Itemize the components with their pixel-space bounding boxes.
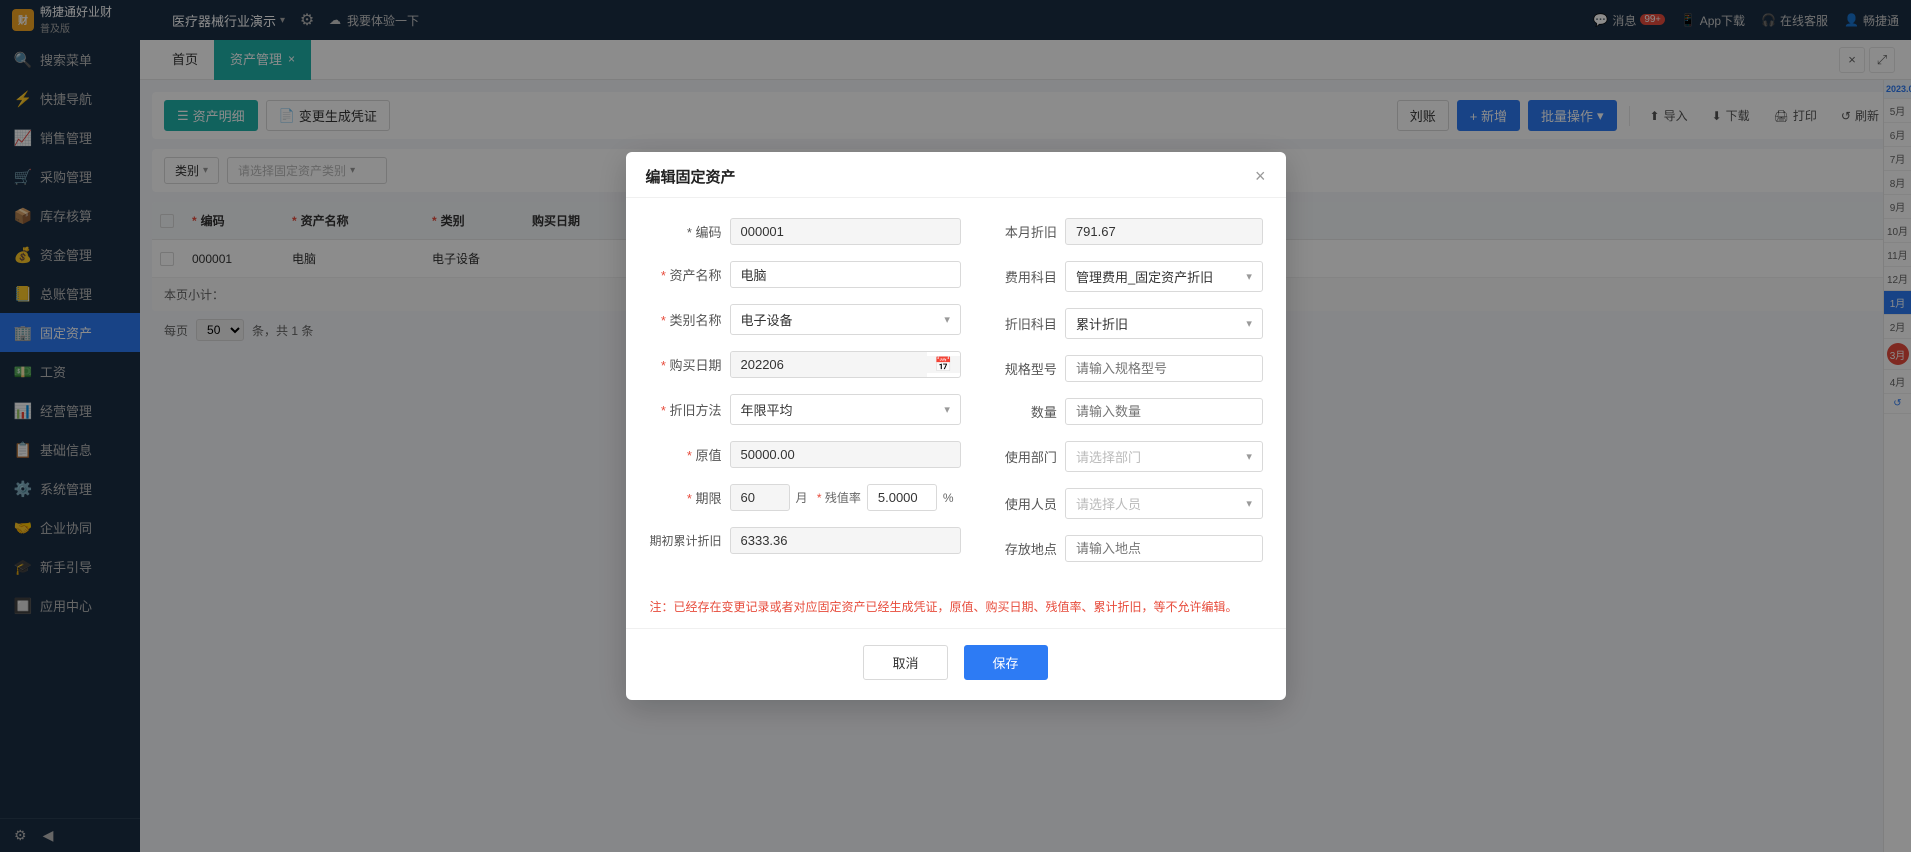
user-arrow-icon: ▾ bbox=[1246, 497, 1252, 510]
code-label: * 编码 bbox=[650, 222, 730, 241]
residual-input[interactable] bbox=[867, 484, 937, 511]
buydate-input-wrapper: 📅 bbox=[730, 351, 961, 378]
modal-close-btn[interactable]: × bbox=[1255, 166, 1266, 187]
modal-body: * 编码 * 资产名称 * 类别名称 电子设备 ▾ bbox=[626, 198, 1286, 598]
modal-note: 注：已经存在变更记录或者对应固定资产已经生成凭证，原值、购买日期、残值率、累计折… bbox=[626, 598, 1286, 628]
depr-subject-select[interactable]: 累计折旧 ▾ bbox=[1065, 308, 1263, 339]
period-unit: 月 bbox=[796, 489, 808, 506]
modal-overlay: 编辑固定资产 × * 编码 * 资产名称 bbox=[0, 0, 1911, 852]
code-input[interactable] bbox=[730, 218, 961, 245]
form-col-left: * 编码 * 资产名称 * 类别名称 电子设备 ▾ bbox=[650, 218, 961, 578]
method-label: * 折旧方法 bbox=[650, 400, 730, 419]
cancel-button[interactable]: 取消 bbox=[863, 645, 947, 680]
form-row-period: * 期限 月 * 残值率 % bbox=[650, 484, 961, 511]
modal-footer: 取消 保存 bbox=[626, 628, 1286, 700]
expense-subject-label: 费用科目 bbox=[985, 267, 1065, 286]
depr-subject-label: 折旧科目 bbox=[985, 314, 1065, 333]
original-label: * 原值 bbox=[650, 445, 730, 464]
form-row-user: 使用人员 请选择人员 ▾ bbox=[985, 488, 1263, 519]
form-row-location: 存放地点 bbox=[985, 535, 1263, 562]
modal-header: 编辑固定资产 × bbox=[626, 152, 1286, 198]
dept-select[interactable]: 请选择部门 ▾ bbox=[1065, 441, 1263, 472]
save-button[interactable]: 保存 bbox=[964, 645, 1048, 680]
form-row-category: * 类别名称 电子设备 ▾ bbox=[650, 304, 961, 335]
user-label: 使用人员 bbox=[985, 494, 1065, 513]
form-row-original: * 原值 bbox=[650, 441, 961, 468]
category-label: * 类别名称 bbox=[650, 310, 730, 329]
form-row-buydate: * 购买日期 📅 bbox=[650, 351, 961, 378]
edit-asset-modal: 编辑固定资产 × * 编码 * 资产名称 bbox=[626, 152, 1286, 700]
category-arrow-icon: ▾ bbox=[944, 313, 950, 326]
method-arrow-icon: ▾ bbox=[944, 403, 950, 416]
form-row-expense-subject: 费用科目 管理费用_固定资产折旧 ▾ bbox=[985, 261, 1263, 292]
period-label: * 期限 bbox=[650, 488, 730, 507]
buydate-label: * 购买日期 bbox=[650, 355, 730, 374]
form-row-method: * 折旧方法 年限平均 ▾ bbox=[650, 394, 961, 425]
period-inline: 月 * 残值率 % bbox=[730, 484, 961, 511]
form-col-right: 本月折旧 费用科目 管理费用_固定资产折旧 ▾ 折旧科目 bbox=[961, 218, 1263, 578]
init-depr-input[interactable] bbox=[730, 527, 961, 554]
form-row-spec: 规格型号 bbox=[985, 355, 1263, 382]
monthly-depr-label: 本月折旧 bbox=[985, 222, 1065, 241]
original-input[interactable] bbox=[730, 441, 961, 468]
quantity-label: 数量 bbox=[985, 402, 1065, 421]
quantity-input[interactable] bbox=[1065, 398, 1263, 425]
residual-label: * 残值率 bbox=[814, 489, 861, 506]
name-label: * 资产名称 bbox=[650, 265, 730, 284]
location-input[interactable] bbox=[1065, 535, 1263, 562]
form-grid: * 编码 * 资产名称 * 类别名称 电子设备 ▾ bbox=[650, 218, 1262, 578]
user-select[interactable]: 请选择人员 ▾ bbox=[1065, 488, 1263, 519]
form-row-code: * 编码 bbox=[650, 218, 961, 245]
residual-unit: % bbox=[943, 491, 954, 505]
method-select[interactable]: 年限平均 ▾ bbox=[730, 394, 961, 425]
dept-label: 使用部门 bbox=[985, 447, 1065, 466]
calendar-icon[interactable]: 📅 bbox=[927, 356, 960, 373]
form-row-dept: 使用部门 请选择部门 ▾ bbox=[985, 441, 1263, 472]
form-row-init-depr: 期初累计折旧 bbox=[650, 527, 961, 554]
init-depr-label: 期初累计折旧 bbox=[650, 532, 730, 549]
dept-arrow-icon: ▾ bbox=[1246, 450, 1252, 463]
spec-label: 规格型号 bbox=[985, 359, 1065, 378]
form-row-monthly-depr: 本月折旧 bbox=[985, 218, 1263, 245]
form-row-quantity: 数量 bbox=[985, 398, 1263, 425]
location-label: 存放地点 bbox=[985, 539, 1065, 558]
form-row-name: * 资产名称 bbox=[650, 261, 961, 288]
form-row-depr-subject: 折旧科目 累计折旧 ▾ bbox=[985, 308, 1263, 339]
modal-title: 编辑固定资产 bbox=[646, 166, 736, 187]
depr-subject-arrow-icon: ▾ bbox=[1246, 317, 1252, 330]
period-input[interactable] bbox=[730, 484, 790, 511]
monthly-depr-input bbox=[1065, 218, 1263, 245]
name-input[interactable] bbox=[730, 261, 961, 288]
expense-subject-select[interactable]: 管理费用_固定资产折旧 ▾ bbox=[1065, 261, 1263, 292]
category-select[interactable]: 电子设备 ▾ bbox=[730, 304, 961, 335]
buydate-input[interactable] bbox=[731, 352, 927, 377]
spec-input[interactable] bbox=[1065, 355, 1263, 382]
expense-subject-arrow-icon: ▾ bbox=[1246, 270, 1252, 283]
